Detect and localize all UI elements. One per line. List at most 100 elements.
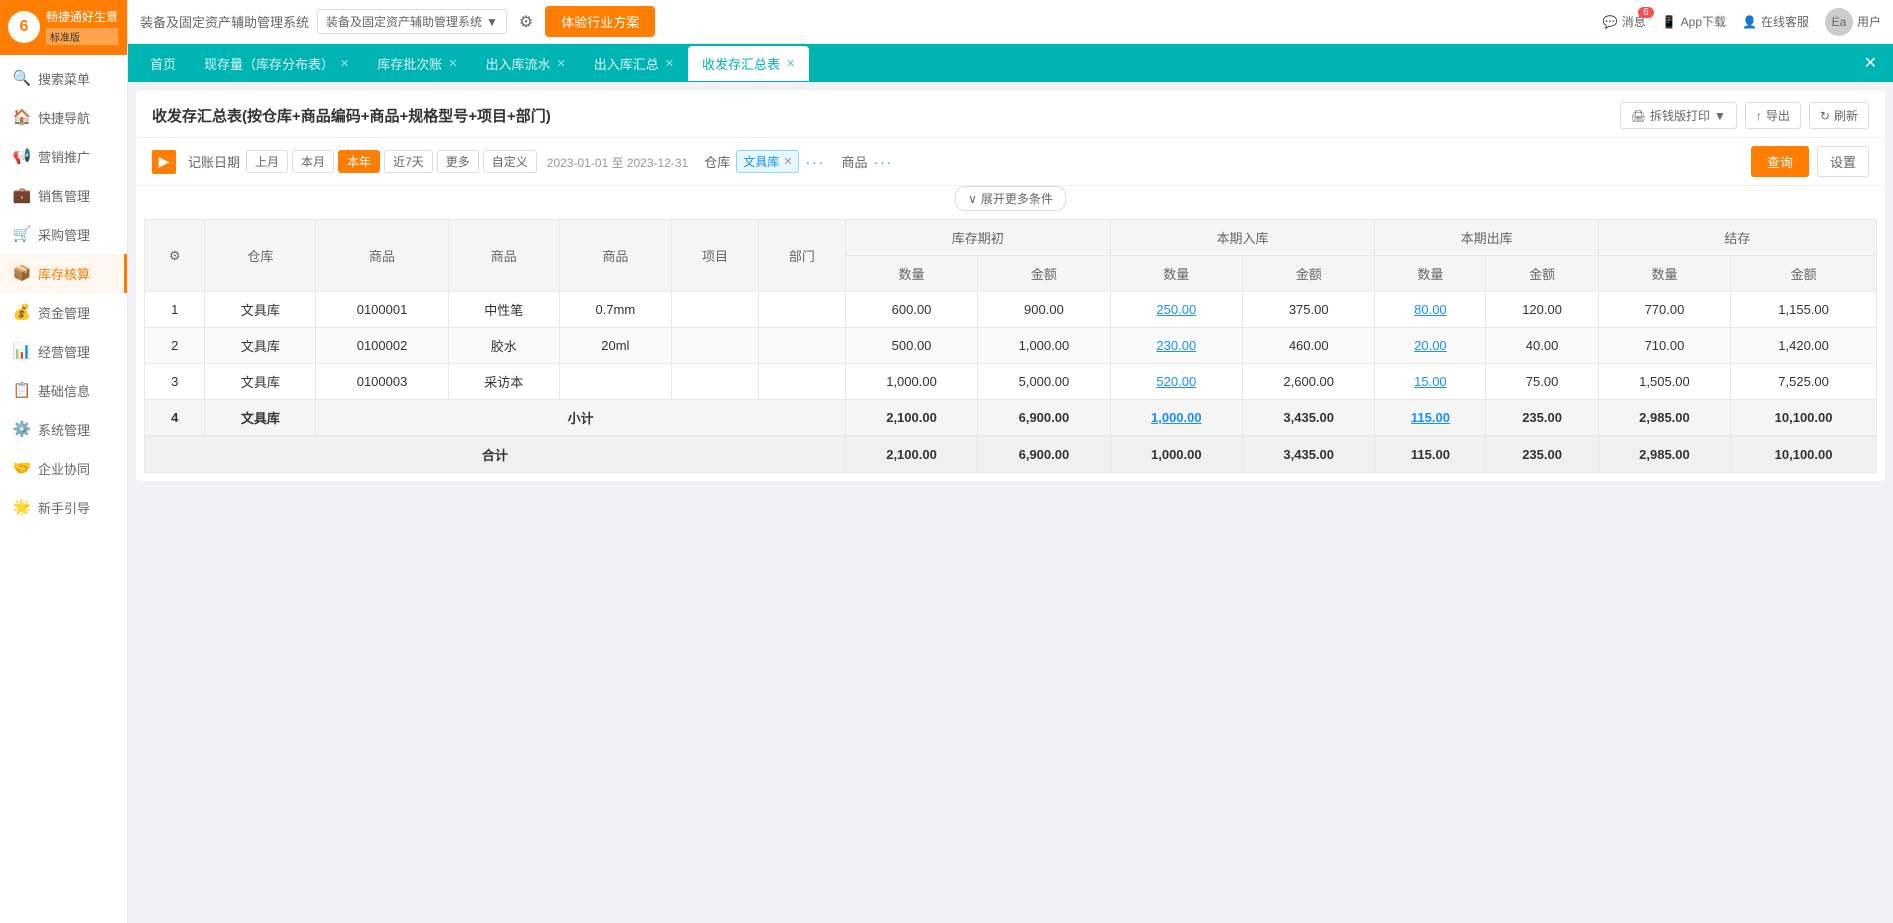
th-gear[interactable]: ⚙	[145, 220, 205, 292]
tab-inout-flow[interactable]: 出入库流水 ✕	[471, 46, 579, 81]
warehouse-filter-dots[interactable]: ···	[805, 154, 825, 170]
th-closing: 结存	[1598, 220, 1876, 256]
tab-close-inout-flow[interactable]: ✕	[557, 57, 566, 70]
total-out-qty: 115.00	[1375, 436, 1486, 473]
system-name: 装备及固定资产辅助管理系统	[140, 12, 309, 31]
sidebar-item-label-collab: 企业协同	[38, 459, 90, 478]
date-btn-this-month[interactable]: 本月	[292, 150, 334, 173]
th-dept: 部门	[758, 220, 845, 292]
subtotal-out-qty[interactable]: 115.00	[1375, 400, 1486, 437]
total-open-qty: 2,100.00	[845, 436, 977, 473]
date-btn-this-year[interactable]: 本年	[338, 150, 380, 173]
sidebar-item-marketing[interactable]: 📢营销推广	[0, 137, 127, 176]
subtotal-open-amt: 6,900.00	[978, 400, 1110, 437]
subtotal-warehouse: 文具库	[205, 400, 316, 437]
expand-more-button[interactable]: ∨ 展开更多条件	[955, 186, 1066, 211]
cell-out-qty[interactable]: 15.00	[1375, 364, 1486, 400]
warehouse-label: 仓库	[704, 152, 730, 171]
refresh-button[interactable]: ↻ 刷新	[1809, 102, 1869, 129]
online-service-item[interactable]: 👤 在线客服	[1742, 13, 1809, 30]
query-button[interactable]: 查询	[1751, 146, 1809, 177]
date-btn-more[interactable]: 更多	[437, 150, 479, 173]
cell-warehouse: 文具库	[205, 364, 316, 400]
tab-home[interactable]: 首页	[136, 46, 190, 81]
sidebar-item-quick-nav[interactable]: 🏠快捷导航	[0, 98, 127, 137]
table-row: 3 文具库 0100003 采访本 1,000.00 5,000.00 520.…	[145, 364, 1877, 400]
cell-in-qty[interactable]: 250.00	[1110, 292, 1242, 328]
export-icon: ↑	[1756, 109, 1762, 123]
tab-recv-send[interactable]: 收发存汇总表 ✕	[688, 46, 809, 81]
logo-icon: 6	[8, 11, 40, 43]
filter-row: 记账日期 上月 本月 本年 近7天 更多 自定义 2023-01-01 至 20…	[188, 150, 1739, 173]
basic-info-icon: 📋	[12, 381, 32, 399]
total-in-amt: 3,435.00	[1243, 436, 1375, 473]
tab-close-recv-send[interactable]: ✕	[786, 57, 795, 70]
sidebar-item-purchase[interactable]: 🛒采购管理	[0, 215, 127, 254]
subtotal-row: 4 文具库 小计 2,100.00 6,900.00 1,000.00 3,43…	[145, 400, 1877, 437]
cell-out-qty[interactable]: 80.00	[1375, 292, 1486, 328]
sidebar-item-sales[interactable]: 💼销售管理	[0, 176, 127, 215]
warehouse-tag-close[interactable]: ✕	[783, 155, 792, 168]
sidebar: 6 畅捷通好生意 标准版 🔍搜索菜单🏠快捷导航📢营销推广💼销售管理🛒采购管理📦库…	[0, 0, 128, 923]
message-icon-group[interactable]: 💬 消息 6	[1603, 13, 1646, 30]
message-icon: 💬	[1603, 15, 1618, 29]
cell-open-amt: 5,000.00	[978, 364, 1110, 400]
sidebar-item-label-guide: 新手引导	[38, 498, 90, 517]
tab-close-inout-summary[interactable]: ✕	[665, 57, 674, 70]
sidebar-item-label-sales: 销售管理	[38, 186, 90, 205]
date-filter: 记账日期 上月 本月 本年 近7天 更多 自定义 2023-01-01 至 20…	[188, 150, 688, 173]
sidebar-item-basic-info[interactable]: 📋基础信息	[0, 371, 127, 410]
tab-close-inventory-dist[interactable]: ✕	[340, 57, 349, 70]
date-buttons: 上月 本月 本年 近7天 更多 自定义	[246, 150, 537, 173]
sidebar-item-operations[interactable]: 📊 经营管理	[0, 332, 127, 371]
gear-icon[interactable]: ⚙	[515, 8, 537, 36]
phone-icon: 📱	[1662, 15, 1677, 29]
sidebar-item-inventory[interactable]: 📦库存核算	[0, 254, 127, 293]
goods-filter-dots[interactable]: ···	[873, 154, 893, 170]
date-btn-custom[interactable]: 自定义	[483, 150, 537, 173]
sidebar-item-collab[interactable]: 🤝企业协同	[0, 449, 127, 488]
tab-inventory-dist[interactable]: 现存量（库存分布表） ✕	[190, 46, 363, 81]
search-icon: 🔍	[12, 69, 32, 87]
date-btn-last-month[interactable]: 上月	[246, 150, 288, 173]
cell-out-qty[interactable]: 20.00	[1375, 328, 1486, 364]
cell-code: 0100001	[316, 292, 448, 328]
print-button[interactable]: 🖨 拆钱版打印 ▼	[1620, 102, 1737, 129]
subtotal-close-amt: 10,100.00	[1731, 400, 1877, 437]
tab-close-batch[interactable]: ✕	[448, 57, 457, 70]
quick-nav-icon: 🏠	[12, 108, 32, 126]
warehouse-tag[interactable]: 文具库 ✕	[736, 150, 799, 173]
sidebar-item-assets[interactable]: 💰资金管理	[0, 293, 127, 332]
table-row: 1 文具库 0100001 中性笔 0.7mm 600.00 900.00 25…	[145, 292, 1877, 328]
exp-industry-button[interactable]: 体验行业方案	[545, 6, 655, 37]
cell-close-qty: 770.00	[1598, 292, 1730, 328]
sidebar-item-system[interactable]: ⚙️系统管理	[0, 410, 127, 449]
cell-in-qty[interactable]: 230.00	[1110, 328, 1242, 364]
th-open-qty: 数量	[845, 256, 977, 292]
tab-inout-summary[interactable]: 出入库汇总 ✕	[580, 46, 688, 81]
cell-in-qty[interactable]: 520.00	[1110, 364, 1242, 400]
tab-batch[interactable]: 库存批次账 ✕	[363, 46, 471, 81]
operations-icon: 📊	[12, 342, 32, 360]
guide-icon: 🌟	[12, 498, 32, 516]
user-item[interactable]: Ea 用户	[1825, 8, 1881, 36]
sidebar-item-search[interactable]: 🔍搜索菜单	[0, 59, 127, 98]
cell-index: 1	[145, 292, 205, 328]
cell-spec	[559, 364, 671, 400]
filter-toggle-button[interactable]: ▶	[152, 150, 176, 174]
cell-close-amt: 1,155.00	[1731, 292, 1877, 328]
main-table: ⚙ 仓库 商品 商品 商品 项目 部门 库存期初 本期入库 本期出库 结存	[144, 219, 1877, 473]
date-btn-7days[interactable]: 近7天	[384, 150, 433, 173]
export-button[interactable]: ↑ 导出	[1745, 102, 1801, 129]
sidebar-item-label-marketing: 营销推广	[38, 147, 90, 166]
subtotal-in-amt: 3,435.00	[1243, 400, 1375, 437]
cell-index: 3	[145, 364, 205, 400]
sidebar-item-guide[interactable]: 🌟 新手引导	[0, 488, 127, 527]
system-dropdown[interactable]: 装备及固定资产辅助管理系统 ▼	[317, 9, 507, 34]
cell-open-qty: 500.00	[845, 328, 977, 364]
settings-button[interactable]: 设置	[1817, 146, 1869, 177]
app-download-item[interactable]: 📱 App下载	[1662, 13, 1726, 30]
sidebar-item-label-operations: 经营管理	[38, 342, 90, 361]
subtotal-in-qty[interactable]: 1,000.00	[1110, 400, 1242, 437]
close-all-tabs-icon[interactable]: ✕	[1856, 49, 1885, 77]
